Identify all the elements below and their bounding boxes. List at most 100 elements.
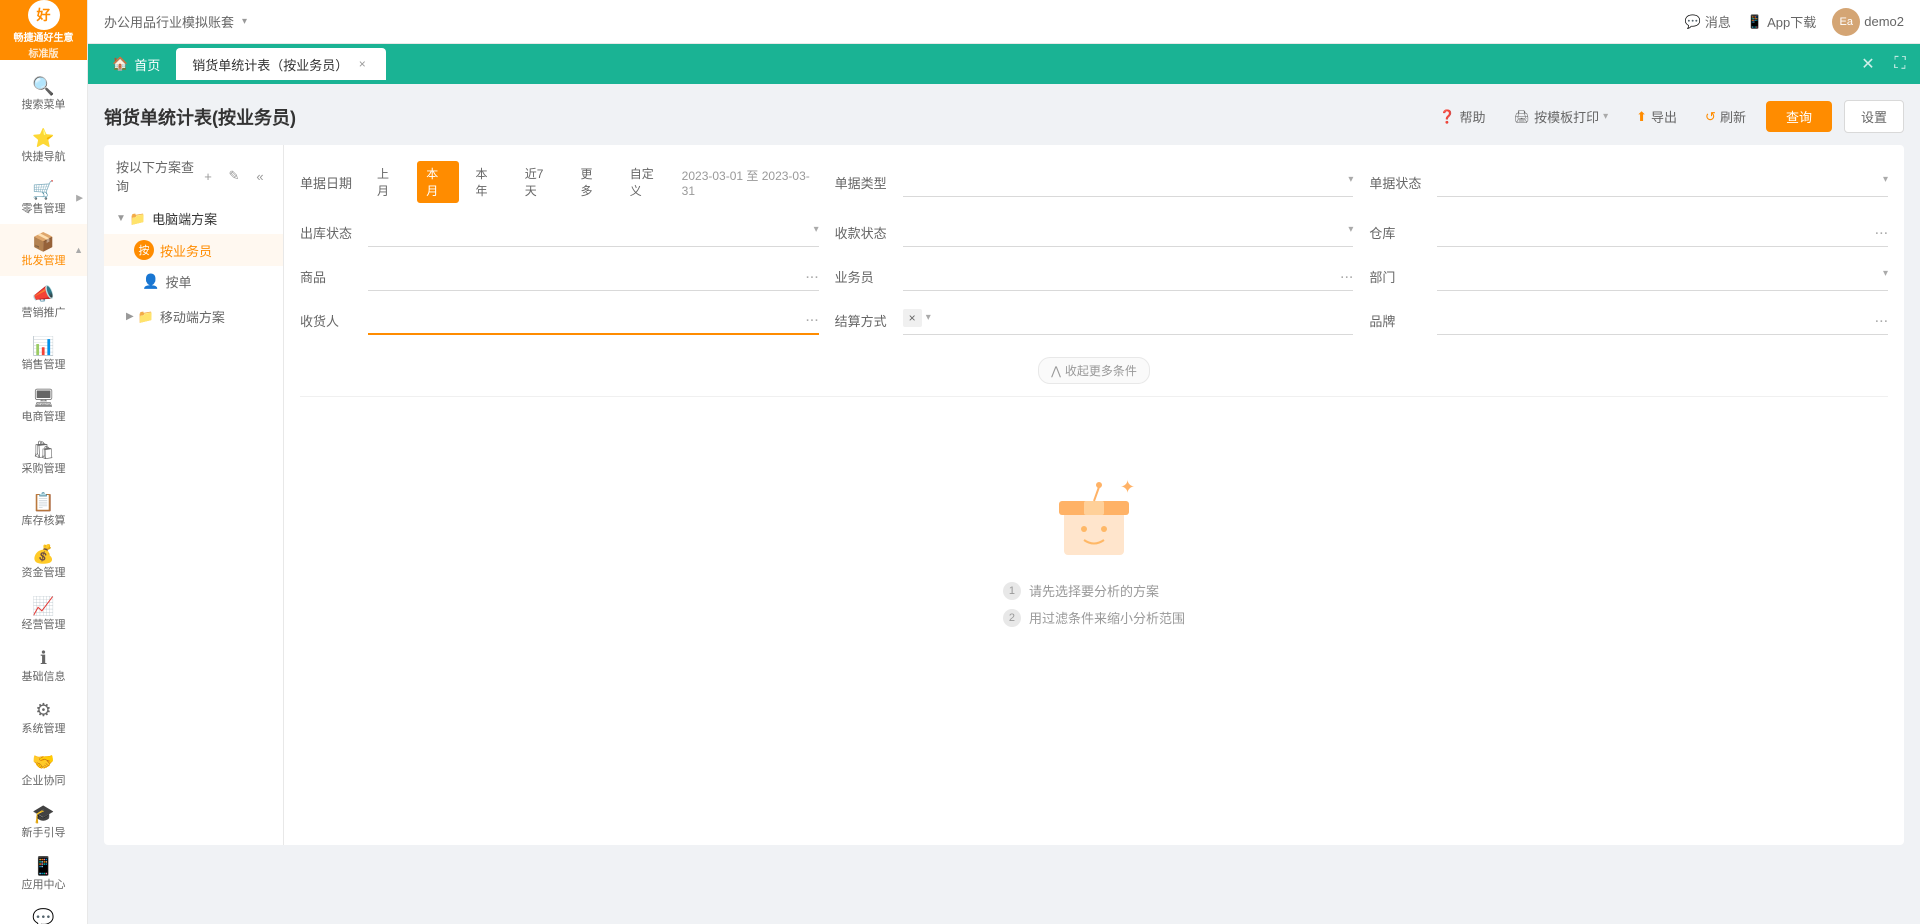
mobile-group-icon: 📁 — [138, 309, 154, 325]
sidebar-item-marketing[interactable]: 📣 营销推广 — [0, 276, 87, 328]
home-icon: 🏠 — [112, 56, 128, 72]
inventory-icon: 📋 — [32, 492, 54, 513]
sidebar-item-label: 企业协同 — [22, 775, 66, 788]
warehouse-input[interactable]: ... — [1437, 217, 1888, 247]
tab-close-window-btn[interactable]: ✕ — [1856, 52, 1880, 76]
phone-icon: 📱 — [1747, 14, 1763, 30]
header-breadcrumb: 办公用品行业模拟账套 ▾ — [104, 12, 247, 31]
sidebar-item-finance[interactable]: 💰 资金管理 — [0, 536, 87, 588]
scheme-add-btn[interactable]: + — [197, 165, 219, 187]
date-custom-btn[interactable]: 自定义 — [621, 161, 674, 203]
filter-cell-out-status: 出库状态 ▾ — [300, 217, 819, 247]
sales-icon: 📊 — [32, 336, 54, 357]
date-this-month-btn[interactable]: 本月 — [417, 161, 458, 203]
filter-cell-goods: 商品 ... — [300, 261, 819, 291]
sidebar-item-enterprise[interactable]: 🤝 企业协同 — [0, 744, 87, 796]
recipient-dots[interactable]: ... — [805, 308, 818, 326]
payment-clear-tag[interactable]: × — [903, 309, 922, 327]
sidebar-item-system[interactable]: ⚙ 系统管理 — [0, 692, 87, 744]
folder-icon: 📁 — [130, 211, 146, 227]
sidebar-item-newbie[interactable]: 🎓 新手引导 — [0, 796, 87, 848]
message-btn[interactable]: 💬 消息 — [1685, 12, 1731, 31]
sidebar-item-search[interactable]: 🔍 搜索菜单 — [0, 68, 87, 120]
sidebar-item-label: 经营管理 — [22, 619, 66, 632]
brand-input[interactable]: ... — [1437, 305, 1888, 335]
goods-label: 商品 — [300, 267, 360, 286]
query-button[interactable]: 查询 — [1766, 101, 1832, 132]
purchase-icon: 🛍 — [32, 440, 55, 461]
warehouse-label: 仓库 — [1369, 223, 1429, 242]
out-status-select[interactable]: ▾ — [368, 217, 819, 247]
doc-type-select[interactable]: ▾ — [903, 167, 1354, 197]
finance-icon: 💰 — [32, 544, 54, 565]
sidebar-item-label: 新手引导 — [22, 827, 66, 840]
sidebar-item-wholesale[interactable]: 📦 批发管理 ▲ — [0, 224, 87, 276]
sidebar-item-purchase[interactable]: 🛍 采购管理 — [0, 432, 87, 484]
tab-home[interactable]: 🏠 首页 — [96, 48, 176, 80]
scheme-item-salesperson[interactable]: 按 按业务员 — [104, 234, 283, 266]
sidebar-item-label: 搜索菜单 — [22, 99, 66, 112]
sidebar-item-sales[interactable]: 📊 销售管理 — [0, 328, 87, 380]
app-download-btn[interactable]: 📱 App下载 — [1747, 12, 1816, 31]
message-label: 消息 — [1705, 12, 1731, 31]
salesperson-input[interactable]: ... — [903, 261, 1354, 291]
goods-dots[interactable]: ... — [805, 265, 818, 283]
sidebar-item-operations[interactable]: 📈 经营管理 — [0, 588, 87, 640]
salesperson-dots[interactable]: ... — [1340, 265, 1353, 283]
collapse-bar: ⋀ 收起更多条件 — [300, 349, 1888, 388]
recipient-input[interactable]: ... — [368, 305, 819, 335]
export-btn[interactable]: ⬆ 导出 — [1628, 103, 1685, 130]
doc-status-select[interactable]: ▾ — [1437, 167, 1888, 197]
settings-button[interactable]: 设置 — [1844, 100, 1904, 133]
warehouse-dots[interactable]: ... — [1875, 221, 1888, 239]
receive-status-select[interactable]: ▾ — [903, 217, 1354, 247]
sidebar-item-wechat[interactable]: 💬 企业微信 — [0, 900, 87, 924]
tip-num-1: 1 — [1003, 582, 1021, 600]
scheme-collapse-btn[interactable]: « — [249, 165, 271, 187]
template-print-btn[interactable]: 🖨 按模板打印 ▾ — [1506, 103, 1617, 130]
date-label: 单据日期 — [300, 173, 360, 192]
date-this-year-btn[interactable]: 本年 — [467, 161, 508, 203]
date-last-month-btn[interactable]: 上月 — [368, 161, 409, 203]
sidebar-item-label: 资金管理 — [22, 567, 66, 580]
doc-type-chevron-icon: ▾ — [1348, 174, 1353, 185]
sidebar-item-inventory[interactable]: 📋 库存核算 — [0, 484, 87, 536]
recipient-label: 收货人 — [300, 311, 360, 330]
collapse-conditions-btn[interactable]: ⋀ 收起更多条件 — [1038, 357, 1150, 384]
filter-cell-payment: 结算方式 × ▾ — [835, 305, 1354, 335]
department-select[interactable]: ▾ — [1437, 261, 1888, 291]
date-last7-btn[interactable]: 近7天 — [516, 161, 564, 203]
payment-select[interactable]: × ▾ — [903, 305, 1354, 335]
scheme-sub-item-order[interactable]: 👤 按单 — [104, 266, 283, 297]
filter-cell-brand: 品牌 ... — [1369, 305, 1888, 335]
sidebar-item-basic[interactable]: ℹ 基础信息 — [0, 640, 87, 692]
empty-state: ✦ 1 请先选择要分析的方案 — [300, 405, 1888, 687]
refresh-btn[interactable]: ↺ 刷新 — [1697, 103, 1754, 130]
svg-text:✦: ✦ — [1120, 477, 1135, 497]
breadcrumb-dropdown-icon[interactable]: ▾ — [242, 16, 247, 27]
export-icon: ⬆ — [1636, 109, 1647, 125]
sidebar-item-ecommerce[interactable]: 🖥 电商管理 — [0, 380, 87, 432]
brand-dots[interactable]: ... — [1875, 309, 1888, 327]
scheme-group-mobile[interactable]: ▶ 📁 移动端方案 — [104, 301, 283, 332]
tab-fullscreen-btn[interactable]: ⛶ — [1888, 52, 1912, 76]
breadcrumb-text: 办公用品行业模拟账套 — [104, 12, 234, 31]
sidebar-item-appstore[interactable]: 📱 应用中心 — [0, 848, 87, 900]
help-btn[interactable]: ❓ 帮助 — [1431, 103, 1493, 130]
tab-active[interactable]: 销货单统计表（按业务员） × — [176, 48, 386, 80]
scheme-edit-btn[interactable]: ✎ — [223, 165, 245, 187]
tab-close-button[interactable]: × — [354, 56, 370, 72]
system-icon: ⚙ — [35, 700, 51, 721]
refresh-label: 刷新 — [1720, 107, 1746, 126]
goods-input[interactable]: ... — [368, 261, 819, 291]
logo-icon: 好 — [28, 0, 60, 30]
filter-row-3: 商品 ... 业务员 ... 部门 ▾ — [300, 261, 1888, 291]
collapse-chevron-icon: ⋀ — [1051, 364, 1061, 378]
sidebar-item-quick[interactable]: ⭐ 快捷导航 — [0, 120, 87, 172]
scheme-group-pc-header[interactable]: ▼ 📁 电脑端方案 — [104, 203, 283, 234]
filter-cell-doc-status: 单据状态 ▾ — [1369, 167, 1888, 197]
filter-cell-warehouse: 仓库 ... — [1369, 217, 1888, 247]
sidebar-item-retail[interactable]: 🛒 零售管理 ▶ — [0, 172, 87, 224]
user-profile-btn[interactable]: Ea demo2 — [1832, 8, 1904, 36]
date-more-btn[interactable]: 更多 — [572, 161, 613, 203]
